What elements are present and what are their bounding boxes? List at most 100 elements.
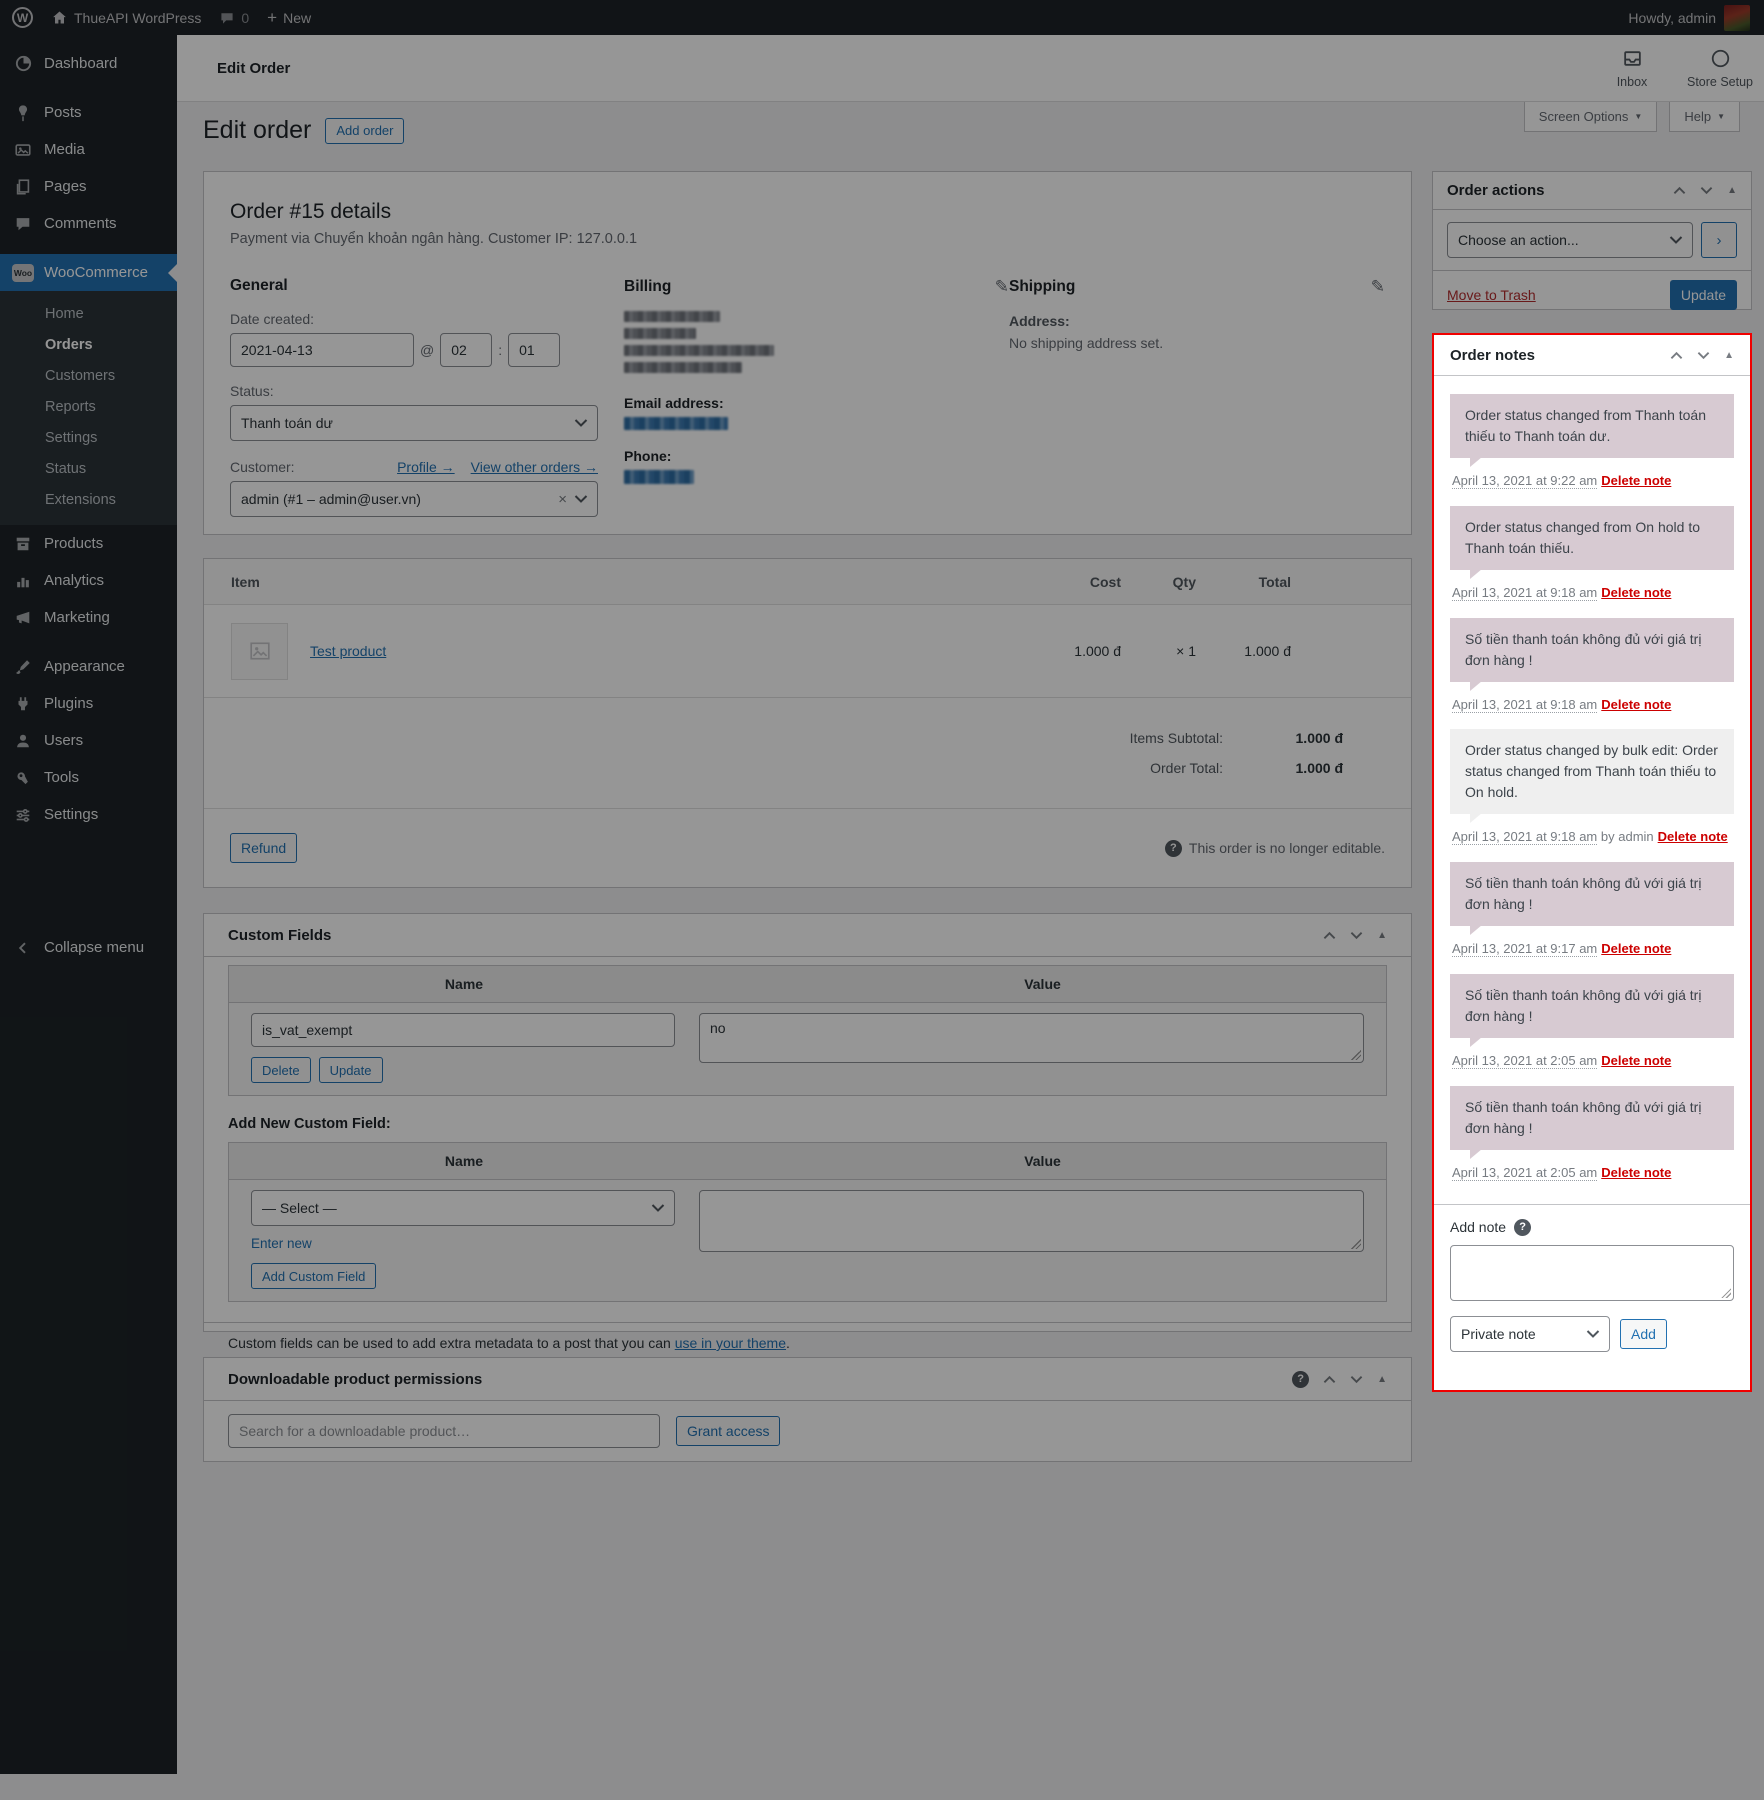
- toggle-panel-icon[interactable]: ▲: [1377, 930, 1387, 941]
- sidebar-item-wc-settings[interactable]: Settings: [0, 422, 177, 453]
- admin-bar-new[interactable]: + New: [267, 9, 311, 26]
- help-icon[interactable]: ?: [1292, 1370, 1310, 1388]
- wordpress-logo-icon[interactable]: W: [12, 7, 33, 28]
- comment-bubble-icon: [219, 10, 235, 26]
- toggle-panel-icon[interactable]: ▲: [1724, 350, 1734, 361]
- cf-value-textarea[interactable]: no: [699, 1013, 1364, 1063]
- apply-action-button[interactable]: ›: [1701, 222, 1737, 258]
- screen-options-tab[interactable]: Screen Options ▼: [1523, 102, 1658, 132]
- order-action-select[interactable]: Choose an action...: [1447, 222, 1693, 258]
- view-other-orders-link[interactable]: View other orders →: [471, 459, 598, 475]
- toggle-panel-icon[interactable]: ▲: [1727, 185, 1737, 196]
- wrench-icon: [12, 769, 34, 787]
- minute-input[interactable]: 01: [508, 333, 561, 367]
- admin-bar: W ThueAPI WordPress 0 + New Howdy, admin: [0, 0, 1764, 35]
- howdy-text[interactable]: Howdy, admin: [1628, 10, 1716, 26]
- move-down-icon[interactable]: [1350, 1375, 1363, 1384]
- sidebar-item-settings[interactable]: Settings: [0, 796, 177, 833]
- move-down-icon[interactable]: [1350, 931, 1363, 940]
- sidebar-item-wc-status[interactable]: Status: [0, 453, 177, 484]
- sidebar-item-tools[interactable]: Tools: [0, 759, 177, 796]
- add-note-button[interactable]: Add: [1620, 1318, 1667, 1349]
- add-note-textarea[interactable]: [1450, 1244, 1734, 1301]
- delete-note-link[interactable]: Delete note: [1601, 585, 1671, 600]
- order-actions-title: Order actions: [1447, 182, 1545, 199]
- profile-link[interactable]: Profile →: [397, 459, 455, 475]
- hour-input[interactable]: 02: [440, 333, 493, 367]
- collapse-arrow-icon: [12, 940, 34, 956]
- chevron-down-icon: [1586, 1329, 1600, 1338]
- move-up-icon[interactable]: [1323, 1375, 1336, 1384]
- move-up-icon[interactable]: [1670, 351, 1683, 360]
- sidebar-item-wc-reports[interactable]: Reports: [0, 391, 177, 422]
- move-up-icon[interactable]: [1673, 186, 1686, 195]
- sidebar-item-marketing[interactable]: Marketing: [0, 599, 177, 636]
- update-order-button[interactable]: Update: [1669, 280, 1737, 310]
- admin-bar-comments[interactable]: 0: [219, 10, 249, 26]
- sidebar-item-products[interactable]: Products: [0, 525, 177, 562]
- delete-note-link[interactable]: Delete note: [1601, 941, 1671, 956]
- cf-new-value-textarea[interactable]: [699, 1190, 1364, 1252]
- sidebar-item-woocommerce[interactable]: Woo WooCommerce: [0, 254, 177, 291]
- sidebar-item-users[interactable]: Users: [0, 722, 177, 759]
- delete-note-link[interactable]: Delete note: [1601, 1165, 1671, 1180]
- add-order-button[interactable]: Add order: [325, 117, 405, 144]
- email-value-redacted[interactable]: [624, 417, 728, 430]
- note-type-select[interactable]: Private note: [1450, 1315, 1610, 1352]
- sidebar-item-analytics[interactable]: Analytics: [0, 562, 177, 599]
- store-setup-tab[interactable]: Store Setup: [1676, 42, 1764, 95]
- date-created-input[interactable]: 2021-04-13: [230, 333, 414, 367]
- delete-note-link[interactable]: Delete note: [1601, 473, 1671, 488]
- note-text: Số tiền thanh toán không đủ với giá trị …: [1450, 1085, 1734, 1159]
- help-tab[interactable]: Help ▼: [1669, 102, 1740, 132]
- breadcrumb: Edit Order: [217, 59, 291, 77]
- move-down-icon[interactable]: [1697, 351, 1710, 360]
- clear-selection-icon[interactable]: ×: [558, 491, 567, 508]
- item-column-header: Item: [231, 573, 260, 590]
- site-name-link[interactable]: ThueAPI WordPress: [51, 9, 201, 26]
- downloadable-search-input[interactable]: Search for a downloadable product…: [228, 1414, 660, 1448]
- sidebar-item-plugins[interactable]: Plugins: [0, 685, 177, 722]
- cf-name-input[interactable]: is_vat_exempt: [251, 1013, 675, 1047]
- toggle-panel-icon[interactable]: ▲: [1377, 1374, 1387, 1385]
- sidebar-item-comments[interactable]: Comments: [0, 205, 177, 242]
- use-in-theme-link[interactable]: use in your theme: [675, 1335, 786, 1351]
- phone-value-redacted[interactable]: [624, 470, 694, 484]
- sidebar-item-wc-extensions[interactable]: Extensions: [0, 484, 177, 515]
- order-note: Order status changed by bulk edit: Order…: [1450, 729, 1734, 848]
- cf-update-button[interactable]: Update: [318, 1057, 383, 1083]
- cf-delete-button[interactable]: Delete: [251, 1057, 311, 1083]
- delete-note-link[interactable]: Delete note: [1658, 829, 1728, 844]
- admin-sidebar-menu: Dashboard Posts Media Pages Comments Woo…: [0, 35, 177, 1774]
- customer-select[interactable]: admin (#1 – admin@user.vn) ×: [230, 481, 598, 517]
- sidebar-item-wc-customers[interactable]: Customers: [0, 360, 177, 391]
- refund-button[interactable]: Refund: [230, 833, 298, 863]
- note-text: Số tiền thanh toán không đủ với giá trị …: [1450, 617, 1734, 691]
- sidebar-item-dashboard[interactable]: Dashboard: [0, 45, 177, 82]
- edit-shipping-pencil-icon[interactable]: ✎: [1371, 277, 1385, 297]
- sidebar-item-appearance[interactable]: Appearance: [0, 648, 177, 685]
- enter-new-link[interactable]: Enter new: [251, 1236, 312, 1251]
- move-to-trash-link[interactable]: Move to Trash: [1447, 287, 1536, 303]
- shipping-address-value: No shipping address set.: [1009, 335, 1164, 351]
- product-name-link[interactable]: Test product: [310, 643, 386, 659]
- delete-note-link[interactable]: Delete note: [1601, 1053, 1671, 1068]
- date-created-label: Date created:: [230, 311, 315, 327]
- move-up-icon[interactable]: [1323, 931, 1336, 940]
- order-status-select[interactable]: Thanh toán dư: [230, 405, 598, 441]
- edit-billing-pencil-icon[interactable]: ✎: [995, 277, 1009, 297]
- cf-name-select[interactable]: — Select —: [251, 1190, 675, 1226]
- move-down-icon[interactable]: [1700, 186, 1713, 195]
- inbox-tab[interactable]: Inbox: [1588, 42, 1676, 95]
- sidebar-item-wc-orders[interactable]: Orders: [0, 329, 177, 360]
- sidebar-item-media[interactable]: Media: [0, 131, 177, 168]
- sidebar-item-posts[interactable]: Posts: [0, 94, 177, 131]
- sidebar-item-wc-home[interactable]: Home: [0, 298, 177, 329]
- collapse-menu-button[interactable]: Collapse menu: [0, 929, 177, 966]
- avatar[interactable]: [1724, 4, 1750, 31]
- delete-note-link[interactable]: Delete note: [1601, 697, 1671, 712]
- sidebar-item-pages[interactable]: Pages: [0, 168, 177, 205]
- grant-access-button[interactable]: Grant access: [676, 1416, 781, 1446]
- add-custom-field-button[interactable]: Add Custom Field: [251, 1263, 377, 1289]
- help-icon[interactable]: ?: [1514, 1218, 1532, 1236]
